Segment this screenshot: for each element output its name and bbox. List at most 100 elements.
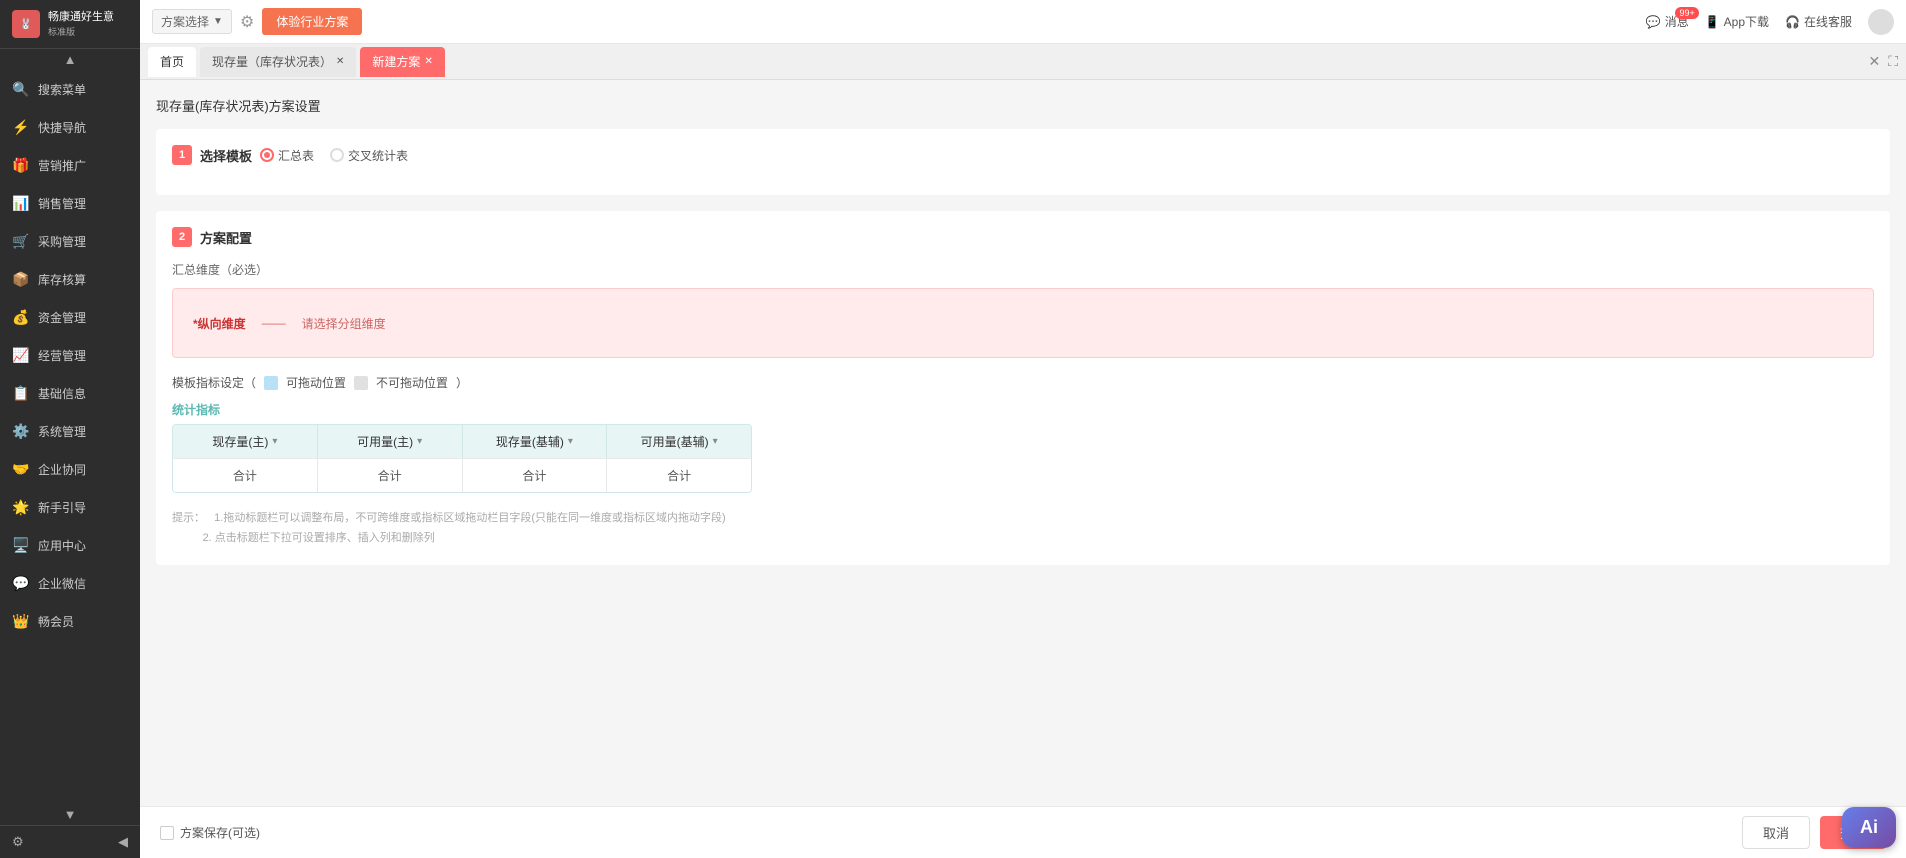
radio-cross-circle <box>330 148 344 162</box>
step1-panel: 1 选择模板 汇总表 交叉统计表 <box>156 129 1890 195</box>
sidebar-item-apps[interactable]: 🖥️ 应用中心 <box>0 526 140 564</box>
step1-label: 选择模板 <box>200 146 252 165</box>
cooperation-icon: 🤝 <box>12 460 30 478</box>
col-header-0[interactable]: 现存量(主) ▾ <box>173 425 318 458</box>
marketing-icon: 🎁 <box>12 156 30 174</box>
save-checkbox[interactable]: 方案保存(可选) <box>160 824 260 841</box>
main-area: 方案选择 ▼ ⚙ 体验行业方案 💬 消息 99+ 📱 App下载 🎧 在线客服 <box>140 0 1906 858</box>
step2-header: 2 方案配置 <box>172 227 1874 247</box>
template-radio-group: 汇总表 交叉统计表 <box>260 147 408 164</box>
sidebar-item-base-info[interactable]: 📋 基础信息 <box>0 374 140 412</box>
radio-cross[interactable]: 交叉统计表 <box>330 147 408 164</box>
purchase-icon: 🛒 <box>12 232 30 250</box>
chevron-down-2-icon: ▾ <box>568 436 573 447</box>
sidebar-item-member[interactable]: 👑 畅会员 <box>0 602 140 640</box>
sidebar-item-cooperation[interactable]: 🤝 企业协同 <box>0 450 140 488</box>
radio-summary-circle <box>260 148 274 162</box>
base-info-icon: 📋 <box>12 384 30 402</box>
sidebar-item-system[interactable]: ⚙️ 系统管理 <box>0 412 140 450</box>
message-button[interactable]: 💬 消息 99+ <box>1646 13 1689 30</box>
sidebar-item-finance[interactable]: 💰 资金管理 <box>0 298 140 336</box>
topbar-right: 💬 消息 99+ 📱 App下载 🎧 在线客服 <box>1646 9 1894 35</box>
expand-panel-icon[interactable]: ⛶ <box>1888 53 1898 70</box>
tab-inventory-status[interactable]: 现存量（库存状况表） ✕ <box>200 47 356 77</box>
radio-summary[interactable]: 汇总表 <box>260 147 314 164</box>
sidebar-item-sales[interactable]: 📊 销售管理 <box>0 184 140 222</box>
save-checkbox-box <box>160 826 174 840</box>
user-avatar[interactable] <box>1868 9 1894 35</box>
movable-badge <box>264 376 278 390</box>
online-service-button[interactable]: 🎧 在线客服 <box>1785 13 1852 30</box>
dimension-area[interactable]: *纵向维度 —— 请选择分组维度 <box>172 288 1874 358</box>
industry-btn[interactable]: 体验行业方案 <box>262 8 362 35</box>
cancel-button[interactable]: 取消 <box>1742 816 1810 849</box>
sidebar-item-marketing[interactable]: 🎁 营销推广 <box>0 146 140 184</box>
tab-new-scheme-close-icon[interactable]: ✕ <box>424 56 432 67</box>
sidebar-item-purchase[interactable]: 🛒 采购管理 <box>0 222 140 260</box>
sidebar-item-inventory[interactable]: 📦 库存核算 <box>0 260 140 298</box>
tab-new-scheme[interactable]: 新建方案 ✕ <box>360 47 444 77</box>
sidebar: 🐰 畅康通好生意 标准版 ▲ 🔍 搜索菜单 ⚡ 快捷导航 🎁 营销推广 📊 销售… <box>0 0 140 858</box>
sidebar-item-newbie[interactable]: 🌟 新手引导 <box>0 488 140 526</box>
sales-icon: 📊 <box>12 194 30 212</box>
fixed-badge <box>354 376 368 390</box>
sidebar-logo: 🐰 畅康通好生意 标准版 <box>0 0 140 49</box>
indicator-settings: 模板指标设定（ 可拖动位置 不可拖动位置 ） <box>172 374 1874 391</box>
sidebar-scroll-up[interactable]: ▲ <box>0 49 140 70</box>
ai-float-button[interactable]: Ai <box>1842 807 1896 848</box>
tips-section: 提示： 1.拖动标题栏可以调整布局，不可跨维度或指标区域拖动栏目字段(只能在同一… <box>172 509 1874 549</box>
tip-2: 2. 点击标题栏下拉可设置排序、插入列和删除列 <box>172 529 1874 549</box>
cell-0: 合计 <box>173 459 318 492</box>
logo-text: 畅康通好生意 标准版 <box>48 10 114 37</box>
sidebar-item-quicknav[interactable]: ⚡ 快捷导航 <box>0 108 140 146</box>
tab-home[interactable]: 首页 <box>148 47 196 77</box>
sidebar-scroll-down[interactable]: ▼ <box>0 804 140 825</box>
settings-footer-icon[interactable]: ⚙ <box>12 834 24 850</box>
cell-3: 合计 <box>607 459 751 492</box>
wechat-icon: 💬 <box>12 574 30 592</box>
dimension-placeholder: *纵向维度 —— 请选择分组维度 <box>193 315 386 332</box>
content-area: 现存量(库存状况表)方案设置 1 选择模板 汇总表 交叉统计表 <box>140 80 1906 806</box>
topbar-left: 方案选择 ▼ ⚙ 体验行业方案 <box>152 8 1636 35</box>
message-icon: 💬 <box>1646 15 1661 29</box>
step2-label: 方案配置 <box>200 228 252 247</box>
bottombar: 方案保存(可选) 取消 查询 <box>140 806 1906 858</box>
chevron-down-1-icon: ▾ <box>417 436 422 447</box>
sidebar-item-business[interactable]: 📈 经营管理 <box>0 336 140 374</box>
sidebar-footer: ⚙ ◀ <box>0 825 140 858</box>
sidebar-item-search[interactable]: 🔍 搜索菜单 <box>0 70 140 108</box>
col-header-3[interactable]: 可用量(基辅) ▾ <box>607 425 751 458</box>
system-icon: ⚙️ <box>12 422 30 440</box>
newbie-icon: 🌟 <box>12 498 30 516</box>
step2-badge: 2 <box>172 227 192 247</box>
chevron-down-0-icon: ▾ <box>272 436 277 447</box>
scheme-selector[interactable]: 方案选择 ▼ <box>152 9 232 34</box>
col-header-2[interactable]: 现存量(基辅) ▾ <box>463 425 608 458</box>
stats-table-row: 合计 合计 合计 合计 <box>173 458 751 492</box>
quicknav-icon: ⚡ <box>12 118 30 136</box>
step2-panel: 2 方案配置 汇总维度（必选） *纵向维度 —— 请选择分组维度 模板指标设定（… <box>156 211 1890 565</box>
stats-table: 现存量(主) ▾ 可用量(主) ▾ 现存量(基辅) ▾ 可用量(基辅) ▾ <box>172 424 752 493</box>
step1-header: 1 选择模板 汇总表 交叉统计表 <box>172 145 1874 165</box>
logo-icon: 🐰 <box>12 10 40 38</box>
topbar: 方案选择 ▼ ⚙ 体验行业方案 💬 消息 99+ 📱 App下载 🎧 在线客服 <box>140 0 1906 44</box>
cell-1: 合计 <box>318 459 463 492</box>
close-panel-icon[interactable]: ✕ <box>1868 53 1880 70</box>
stats-table-header: 现存量(主) ▾ 可用量(主) ▾ 现存量(基辅) ▾ 可用量(基辅) ▾ <box>173 425 751 458</box>
headset-icon: 🎧 <box>1785 15 1800 29</box>
dimension-sub-label: 汇总维度（必选） <box>172 261 1874 278</box>
col-header-1[interactable]: 可用量(主) ▾ <box>318 425 463 458</box>
tab-inventory-close-icon[interactable]: ✕ <box>336 56 344 67</box>
finance-icon: 💰 <box>12 308 30 326</box>
inventory-icon: 📦 <box>12 270 30 288</box>
step1-badge: 1 <box>172 145 192 165</box>
page-title: 现存量(库存状况表)方案设置 <box>156 96 1890 115</box>
chevron-down-icon: ▼ <box>213 16 223 27</box>
mobile-icon: 📱 <box>1705 15 1720 29</box>
app-download-button[interactable]: 📱 App下载 <box>1705 13 1769 30</box>
gear-icon[interactable]: ⚙ <box>240 12 254 32</box>
business-icon: 📈 <box>12 346 30 364</box>
chevron-down-3-icon: ▾ <box>713 436 718 447</box>
collapse-footer-icon[interactable]: ◀ <box>118 834 128 850</box>
sidebar-item-wechat[interactable]: 💬 企业微信 <box>0 564 140 602</box>
